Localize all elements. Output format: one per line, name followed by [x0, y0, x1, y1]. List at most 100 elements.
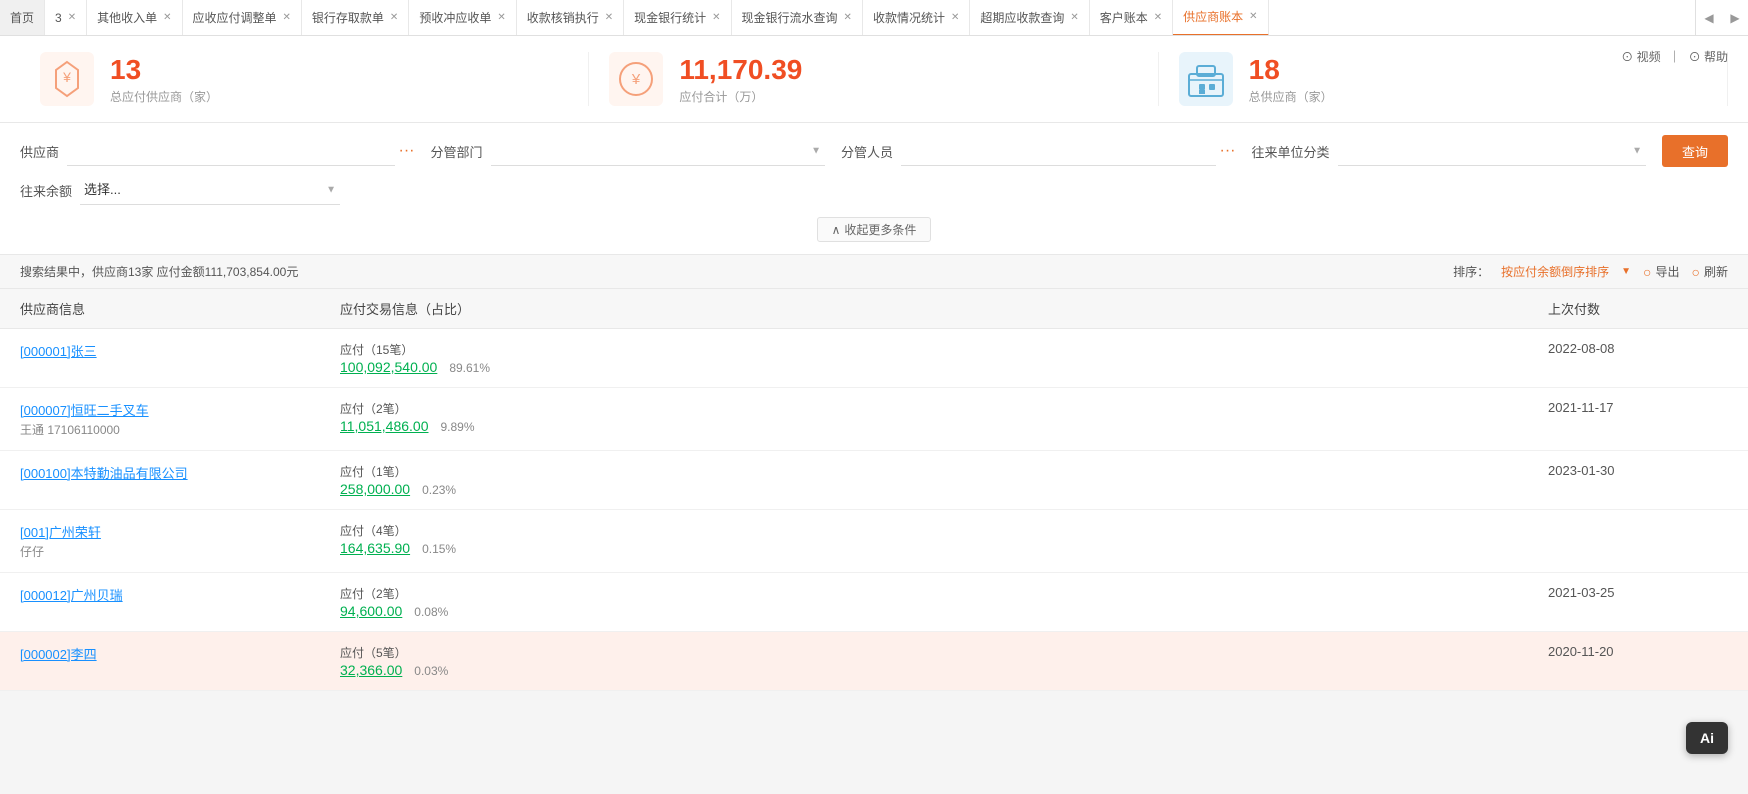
table-row[interactable]: [000012]广州贝瑞 应付（2笔） 94,600.00 0.08% 2021… — [0, 573, 1748, 632]
table-row[interactable]: [001]广州荣轩 仔仔 应付（4笔） 164,635.90 0.15% — [0, 510, 1748, 573]
row-4-tx-amount[interactable]: 94,600.00 — [340, 603, 402, 619]
person-dots-icon[interactable]: ··· — [1220, 142, 1236, 160]
row-0-tx-amount[interactable]: 100,092,540.00 — [340, 359, 437, 375]
sort-value[interactable]: 按应付余额倒序排序 — [1501, 263, 1609, 280]
row-5-tx-label: 应付（5笔） — [340, 644, 1548, 661]
row-2-tx-amount[interactable]: 258,000.00 — [340, 481, 410, 497]
nav-tab-receipt-close[interactable]: ✕ — [605, 12, 613, 23]
supplier-dots-icon[interactable]: ··· — [399, 142, 415, 160]
nav-tab-customer-close[interactable]: ✕ — [1154, 12, 1162, 23]
ap-total-icon: ¥ — [609, 52, 663, 106]
row-3-tx-amount[interactable]: 164,635.90 — [340, 540, 410, 556]
nav-tab-advance-close[interactable]: ✕ — [497, 12, 505, 23]
nav-tab-supplier-close[interactable]: ✕ — [1249, 11, 1257, 22]
nav-tab-advance[interactable]: 预收冲应收单 ✕ — [409, 0, 516, 36]
nav-tab-other-income[interactable]: 其他收入单 ✕ — [87, 0, 182, 36]
balance-select-wrapper: 选择... ▼ — [80, 175, 340, 205]
nav-tab-overdue-label: 超期应收款查询 — [980, 9, 1064, 26]
nav-tab-t3-close[interactable]: ✕ — [68, 12, 76, 23]
nav-tab-other-income-label: 其他收入单 — [97, 9, 157, 26]
nav-tab-bank-deposit-label: 银行存取款单 — [312, 9, 384, 26]
nav-tab-overdue[interactable]: 超期应收款查询 ✕ — [970, 0, 1089, 36]
nav-tab-cash-stat-close[interactable]: ✕ — [712, 12, 720, 23]
balance-select[interactable]: 选择... — [80, 175, 340, 205]
query-button[interactable]: 查询 — [1662, 135, 1728, 167]
header-summary: ¥ 13 总应付供应商（家） ¥ 11,170.39 应付合计（万） — [0, 36, 1748, 123]
category-select[interactable] — [1338, 136, 1646, 166]
summary-card-ap-total: ¥ 11,170.39 应付合计（万） — [589, 52, 1158, 106]
nav-tab-customer[interactable]: 客户账本 ✕ — [1090, 0, 1173, 36]
row-3-transaction: 应付（4笔） 164,635.90 0.15% — [340, 522, 1548, 556]
refresh-label: 刷新 — [1704, 263, 1728, 280]
total-suppliers-content: 18 总供应商（家） — [1249, 53, 1333, 106]
nav-tab-bank-deposit-close[interactable]: ✕ — [390, 12, 398, 23]
row-3-tx-label: 应付（4笔） — [340, 522, 1548, 539]
filter-row-1: 供应商 ··· 分管部门 ▼ 分管人员 ··· 往来单位分类 — [20, 135, 1728, 167]
nav-arrow-right[interactable]: ▶ — [1722, 0, 1748, 36]
help-link[interactable]: ⊙ 帮助 — [1689, 48, 1728, 65]
nav-tab-supplier[interactable]: 供应商账本 ✕ — [1173, 0, 1268, 36]
row-2-supplier-name[interactable]: [000100]本特勤油品有限公司 — [20, 463, 340, 482]
row-1-tx-amount[interactable]: 11,051,486.00 — [340, 418, 429, 434]
nav-tab-overdue-close[interactable]: ✕ — [1070, 12, 1078, 23]
top-nav: 首页 3 ✕ 其他收入单 ✕ 应收应付调整单 ✕ 银行存取款单 ✕ 预收冲应收单… — [0, 0, 1748, 36]
video-label: 视频 — [1637, 50, 1661, 64]
table-row[interactable]: [000100]本特勤油品有限公司 应付（1笔） 258,000.00 0.23… — [0, 451, 1748, 510]
collapse-bar: ∧ 收起更多条件 — [20, 213, 1728, 244]
nav-tab-cash-flow-close[interactable]: ✕ — [844, 12, 852, 23]
filter-dept-label: 分管部门 — [431, 142, 483, 161]
refresh-button[interactable]: ○ 刷新 — [1692, 263, 1728, 280]
ap-total-label: 应付合计（万） — [679, 88, 802, 105]
collapse-label: 收起更多条件 — [844, 221, 916, 238]
row-5-tx-pct: 0.03% — [414, 664, 448, 678]
row-5-tx-amount[interactable]: 32,366.00 — [340, 662, 402, 678]
nav-arrow-left[interactable]: ◀ — [1696, 0, 1722, 36]
filter-supplier: 供应商 ··· — [20, 136, 415, 166]
nav-tab-collection-stat-close[interactable]: ✕ — [951, 12, 959, 23]
nav-tab-cash-flow[interactable]: 现金银行流水查询 ✕ — [732, 0, 863, 36]
row-1-supplier-sub: 王通 17106110000 — [20, 421, 340, 438]
collapse-button[interactable]: ∧ 收起更多条件 — [817, 217, 932, 242]
nav-tab-bank-deposit[interactable]: 银行存取款单 ✕ — [302, 0, 409, 36]
row-1-supplier-name[interactable]: [000007]恒旺二手叉车 — [20, 400, 340, 419]
dept-select[interactable] — [491, 136, 825, 166]
svg-text:¥: ¥ — [62, 69, 71, 85]
table-row[interactable]: [000007]恒旺二手叉车 王通 17106110000 应付（2笔） 11,… — [0, 388, 1748, 451]
row-0-transaction: 应付（15笔） 100,092,540.00 89.61% — [340, 341, 1548, 375]
row-3-supplier-name[interactable]: [001]广州荣轩 — [20, 522, 340, 541]
nav-tab-other-income-close[interactable]: ✕ — [163, 12, 171, 23]
ai-button[interactable]: Ai — [1686, 722, 1728, 754]
nav-tab-collection-stat[interactable]: 收款情况统计 ✕ — [863, 0, 970, 36]
nav-tab-t3[interactable]: 3 ✕ — [45, 0, 87, 36]
nav-tab-ap-adjust-close[interactable]: ✕ — [283, 12, 291, 23]
sort-chevron-down-icon[interactable]: ▼ — [1621, 266, 1631, 277]
payable-suppliers-content: 13 总应付供应商（家） — [110, 53, 218, 106]
row-2-tx-pct: 0.23% — [422, 483, 456, 497]
row-4-tx-row: 94,600.00 0.08% — [340, 602, 1548, 619]
row-4-supplier-name[interactable]: [000012]广州贝瑞 — [20, 585, 340, 604]
row-5-transaction: 应付（5笔） 32,366.00 0.03% — [340, 644, 1548, 678]
export-button[interactable]: ○ 导出 — [1643, 263, 1679, 280]
person-input[interactable] — [901, 136, 1216, 166]
nav-tab-cash-stat[interactable]: 现金银行统计 ✕ — [624, 0, 731, 36]
nav-tab-t3-label: 3 — [55, 11, 62, 25]
filter-person-label: 分管人员 — [841, 142, 893, 161]
nav-tab-ap-adjust[interactable]: 应收应付调整单 ✕ — [183, 0, 302, 36]
row-0-tx-label: 应付（15笔） — [340, 341, 1548, 358]
nav-arrows: ◀ ▶ — [1695, 0, 1748, 36]
row-1-transaction: 应付（2笔） 11,051,486.00 9.89% — [340, 400, 1548, 434]
result-bar-right: 排序： 按应付余额倒序排序 ▼ ○ 导出 ○ 刷新 — [1453, 263, 1728, 280]
video-link[interactable]: ⊙ 视频 — [1621, 48, 1660, 65]
row-3-supplier-sub: 仔仔 — [20, 543, 340, 560]
payable-suppliers-number: 13 — [110, 53, 218, 87]
nav-tab-receipt[interactable]: 收款核销执行 ✕ — [517, 0, 624, 36]
nav-tab-home-label: 首页 — [10, 9, 34, 26]
ap-total-content: 11,170.39 应付合计（万） — [679, 53, 802, 106]
table-row[interactable]: [000001]张三 应付（15笔） 100,092,540.00 89.61%… — [0, 329, 1748, 388]
row-0-supplier-name[interactable]: [000001]张三 — [20, 341, 340, 360]
table-row[interactable]: [000002]李四 应付（5笔） 32,366.00 0.03% 2020-1… — [0, 632, 1748, 691]
row-5-supplier-name[interactable]: [000002]李四 — [20, 644, 340, 663]
nav-tab-home[interactable]: 首页 — [0, 0, 45, 36]
supplier-input[interactable] — [67, 136, 395, 166]
divider: ｜ — [1669, 48, 1681, 65]
